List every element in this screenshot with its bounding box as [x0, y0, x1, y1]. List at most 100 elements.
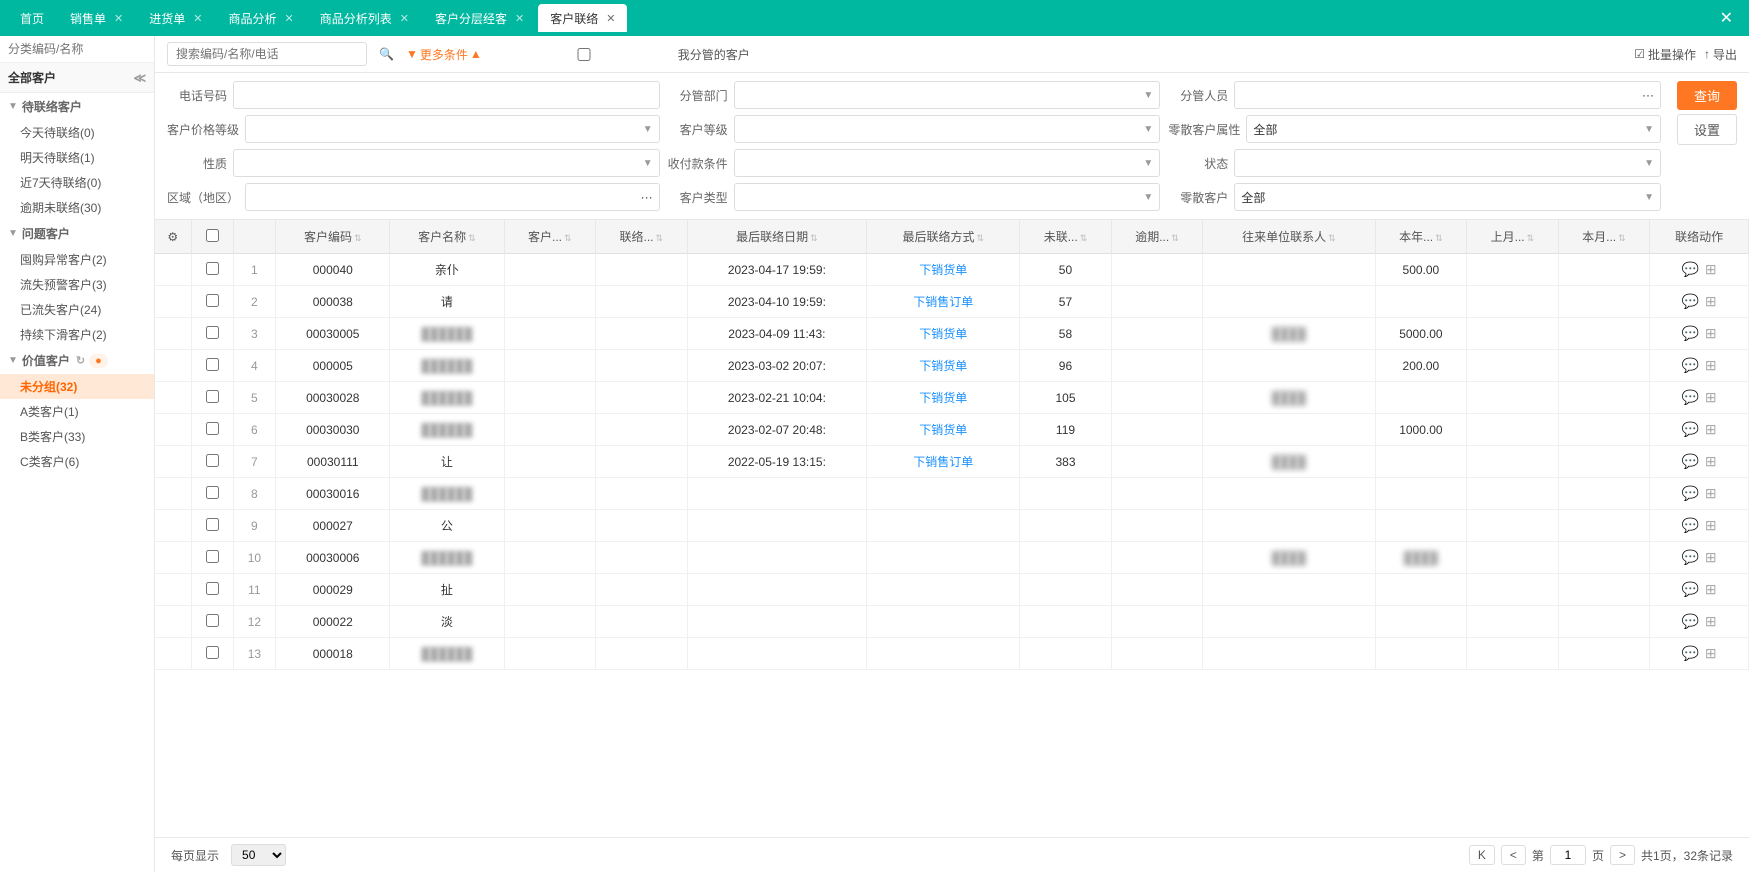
prev-page-button[interactable]: <: [1501, 845, 1526, 865]
tab-home[interactable]: 首页: [8, 4, 56, 32]
row-checkbox-cell[interactable]: [191, 350, 233, 382]
settings-column-header[interactable]: ⚙: [155, 220, 191, 254]
contact-more-icon[interactable]: ⊞: [1705, 325, 1717, 342]
contact-phone-icon[interactable]: 💬: [1681, 613, 1698, 630]
row-checkbox-cell[interactable]: [191, 254, 233, 286]
sidebar-item-7day-pending[interactable]: 近7天待联络(0): [0, 170, 154, 195]
row-checkbox[interactable]: [206, 294, 219, 307]
retail-customer-select[interactable]: 全部 ▼: [1234, 183, 1661, 211]
close-customer-segment-icon[interactable]: ✕: [515, 12, 524, 25]
contact-more-icon[interactable]: ⊞: [1705, 421, 1717, 438]
last-month-column-header[interactable]: 上月...⇅: [1467, 220, 1559, 254]
row-checkbox[interactable]: [206, 582, 219, 595]
sidebar-item-class-c[interactable]: C类客户(6): [0, 449, 154, 474]
code-column-header[interactable]: 客户编码⇅: [276, 220, 390, 254]
last-contact-date-column-header[interactable]: 最后联络日期⇅: [687, 220, 867, 254]
sidebar-item-class-a[interactable]: A类客户(1): [0, 399, 154, 424]
this-month-column-header[interactable]: 本月...⇅: [1558, 220, 1650, 254]
first-page-button[interactable]: K: [1469, 845, 1495, 865]
close-sales-icon[interactable]: ✕: [114, 12, 123, 25]
row-checkbox[interactable]: [206, 390, 219, 403]
settings-icon[interactable]: ⚙: [167, 230, 178, 244]
contact-method-link[interactable]: 下销货单: [919, 263, 967, 277]
sidebar-search-input[interactable]: [8, 42, 155, 56]
sidebar-item-churned[interactable]: 已流失客户(24): [0, 297, 154, 322]
name-column-header[interactable]: 客户名称⇅: [390, 220, 504, 254]
contact-method-link[interactable]: 下销货单: [919, 423, 967, 437]
contact-column-header[interactable]: 联络...⇅: [596, 220, 688, 254]
tab-customer-segment[interactable]: 客户分层经客 ✕: [423, 4, 536, 32]
contact-method-link[interactable]: 下销货单: [919, 391, 967, 405]
sidebar-item-churn-warning[interactable]: 流失预警客户(3): [0, 272, 154, 297]
row-checkbox[interactable]: [206, 550, 219, 563]
contact-more-icon[interactable]: ⊞: [1705, 517, 1717, 534]
sidebar-item-declining[interactable]: 持续下滑客户(2): [0, 322, 154, 347]
reset-button[interactable]: 设置: [1677, 114, 1737, 145]
contact-phone-icon[interactable]: 💬: [1681, 453, 1698, 470]
more-conditions-button[interactable]: ▼ 更多条件 ▲: [406, 46, 482, 63]
row-checkbox-cell[interactable]: [191, 638, 233, 670]
sidebar-group-pending[interactable]: ▼ 待联络客户: [0, 93, 154, 120]
close-all-tabs-button[interactable]: ✕: [1712, 4, 1741, 32]
row-checkbox-cell[interactable]: [191, 414, 233, 446]
region-select[interactable]: ···: [245, 183, 660, 211]
sidebar-item-hoarding[interactable]: 囤购异常客户(2): [0, 247, 154, 272]
batch-operation-button[interactable]: ☑ 批量操作: [1634, 46, 1696, 63]
last-contact-method-column-header[interactable]: 最后联络方式⇅: [867, 220, 1020, 254]
contact-more-icon[interactable]: ⊞: [1705, 613, 1717, 630]
row-checkbox-cell[interactable]: [191, 446, 233, 478]
page-size-select[interactable]: 50 100: [231, 844, 286, 866]
all-customers-header[interactable]: 全部客户 ≪: [0, 63, 154, 93]
retail-attr-select[interactable]: 全部 ▼: [1246, 115, 1661, 143]
collapse-sidebar-icon[interactable]: ≪: [133, 71, 146, 85]
uncontacted-column-header[interactable]: 未联...⇅: [1020, 220, 1112, 254]
query-button[interactable]: 查询: [1677, 81, 1737, 110]
customer-level-select[interactable]: ▼: [734, 115, 1161, 143]
contact-phone-icon[interactable]: 💬: [1681, 357, 1698, 374]
sidebar-item-overdue-pending[interactable]: 逾期未联络(30): [0, 195, 154, 220]
row-checkbox[interactable]: [206, 262, 219, 275]
overdue-column-header[interactable]: 逾期...⇅: [1111, 220, 1203, 254]
price-level-select[interactable]: ▼: [245, 115, 660, 143]
contact-phone-icon[interactable]: 💬: [1681, 421, 1698, 438]
row-checkbox-cell[interactable]: [191, 478, 233, 510]
type-column-header[interactable]: 客户...⇅: [504, 220, 596, 254]
close-purchase-icon[interactable]: ✕: [193, 12, 202, 25]
nature-select[interactable]: ▼: [233, 149, 660, 177]
row-checkbox[interactable]: [206, 326, 219, 339]
contact-phone-icon[interactable]: 💬: [1681, 293, 1698, 310]
row-checkbox-cell[interactable]: [191, 574, 233, 606]
status-select[interactable]: ▼: [1234, 149, 1661, 177]
sidebar-item-tomorrow-pending[interactable]: 明天待联络(1): [0, 145, 154, 170]
contact-method-link[interactable]: 下销售订单: [913, 455, 973, 469]
contact-phone-icon[interactable]: 💬: [1681, 485, 1698, 502]
contact-method-link[interactable]: 下销货单: [919, 359, 967, 373]
contact-more-icon[interactable]: ⊞: [1705, 485, 1717, 502]
my-customers-checkbox[interactable]: [494, 48, 674, 61]
contact-more-icon[interactable]: ⊞: [1705, 357, 1717, 374]
contact-phone-icon[interactable]: 💬: [1681, 389, 1698, 406]
this-year-column-header[interactable]: 本年...⇅: [1375, 220, 1467, 254]
sidebar-group-problem[interactable]: ▼ 问题客户: [0, 220, 154, 247]
contact-more-icon[interactable]: ⊞: [1705, 645, 1717, 662]
tab-product-analysis-list[interactable]: 商品分析列表 ✕: [308, 4, 421, 32]
intercompany-column-header[interactable]: 往来单位联系人⇅: [1203, 220, 1375, 254]
search-input[interactable]: [167, 42, 367, 66]
contact-more-icon[interactable]: ⊞: [1705, 389, 1717, 406]
row-checkbox[interactable]: [206, 422, 219, 435]
row-checkbox-cell[interactable]: [191, 542, 233, 574]
sidebar-group-value[interactable]: ▼ 价值客户 ↻ ●: [0, 347, 154, 374]
contact-more-icon[interactable]: ⊞: [1705, 293, 1717, 310]
tab-customer-contact[interactable]: 客户联络 ✕: [538, 4, 627, 32]
contact-more-icon[interactable]: ⊞: [1705, 261, 1717, 278]
close-product-analysis-icon[interactable]: ✕: [285, 12, 294, 25]
contact-phone-icon[interactable]: 💬: [1681, 261, 1698, 278]
select-all-checkbox[interactable]: [206, 229, 219, 242]
page-number-input[interactable]: [1550, 845, 1586, 865]
sidebar-item-class-b[interactable]: B类客户(33): [0, 424, 154, 449]
row-checkbox-cell[interactable]: [191, 286, 233, 318]
my-customers-checkbox-area[interactable]: 我分管的客户: [494, 46, 750, 63]
row-checkbox[interactable]: [206, 518, 219, 531]
row-checkbox[interactable]: [206, 646, 219, 659]
dept-select[interactable]: ▼: [734, 81, 1161, 109]
